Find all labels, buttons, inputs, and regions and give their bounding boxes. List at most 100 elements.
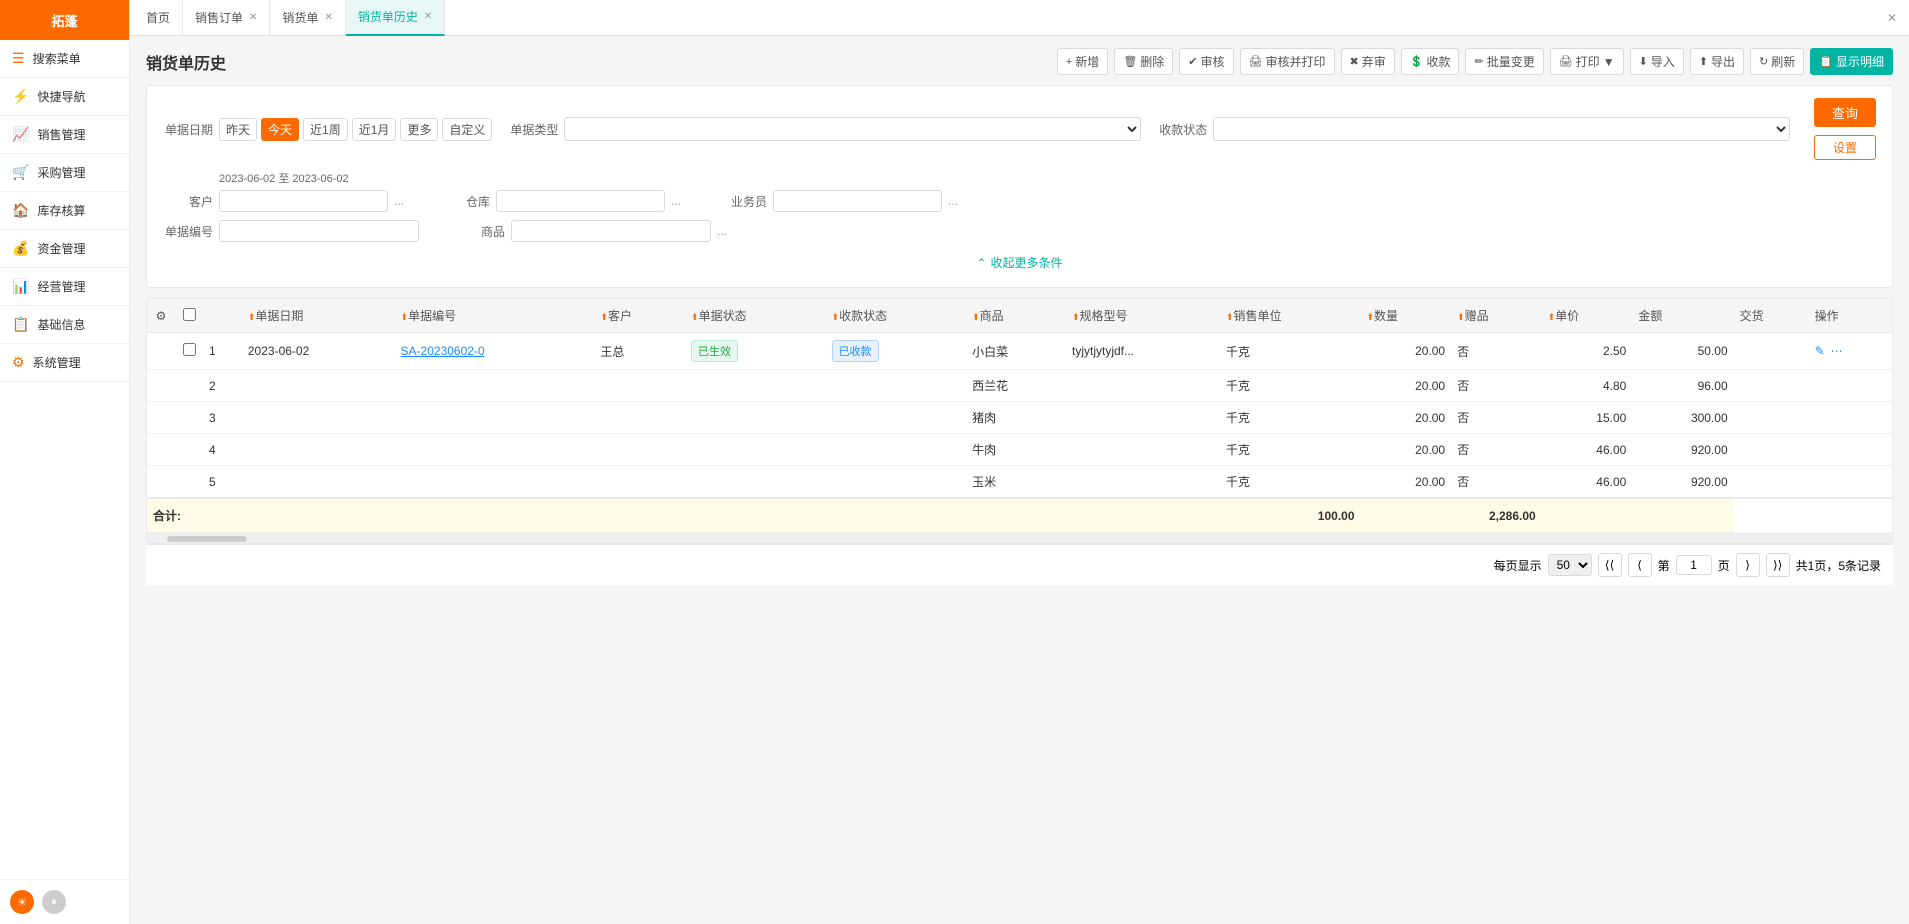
shortcut-week[interactable]: 近1周: [303, 118, 348, 141]
operations-icon: 📊: [12, 278, 29, 295]
th-settings[interactable]: ⚙: [147, 299, 175, 333]
th-unit[interactable]: ⬆销售单位: [1220, 299, 1361, 333]
sidebar-item-base-info[interactable]: 📋 基础信息: [0, 306, 129, 344]
th-gift[interactable]: ⬆赠品: [1451, 299, 1542, 333]
shortcut-today[interactable]: 今天: [261, 118, 299, 141]
warehouse-input[interactable]: [496, 190, 665, 212]
td-checkbox[interactable]: [175, 434, 203, 466]
td-row-no: 3: [203, 402, 242, 434]
shortcut-more[interactable]: 更多: [400, 118, 438, 141]
sidebar-item-purchase-mgmt[interactable]: 🛒 采购管理: [0, 154, 129, 192]
staff-input[interactable]: [773, 190, 942, 212]
print-button[interactable]: 🖨 打印 ▼: [1550, 48, 1624, 75]
td-qty: 20.00: [1361, 402, 1452, 434]
tab-close-icon[interactable]: ✕: [424, 11, 432, 22]
shortcut-custom[interactable]: 自定义: [442, 118, 492, 141]
import-button[interactable]: ⬇ 导入: [1630, 48, 1684, 75]
collapse-filters-button[interactable]: ⌃ 收起更多条件: [163, 250, 1876, 275]
td-checkbox[interactable]: [175, 333, 203, 370]
td-doc-status: [685, 466, 826, 499]
td-unit: 千克: [1220, 370, 1361, 402]
query-button[interactable]: 查询: [1814, 98, 1876, 127]
th-date[interactable]: ⬆单据日期: [242, 299, 395, 333]
refresh-button[interactable]: ↻ 刷新: [1750, 48, 1804, 75]
doc-no-link[interactable]: SA-20230602-0: [401, 344, 485, 358]
th-goods[interactable]: ⬆商品: [966, 299, 1066, 333]
td-gift: 否: [1451, 466, 1542, 499]
th-doc-status[interactable]: ⬆单据状态: [685, 299, 826, 333]
table-row: 1 2023-06-02 SA-20230602-0 王总 已生效 已收款 小白…: [147, 333, 1892, 370]
sidebar-item-search-menu[interactable]: ☰ 搜索菜单: [0, 40, 129, 78]
next-page-button[interactable]: ⟩: [1736, 553, 1760, 577]
staff-picker-icon[interactable]: ...: [948, 194, 958, 208]
abandon-button[interactable]: ✖ 弃审: [1341, 48, 1395, 75]
show-detail-button[interactable]: 📋 显示明细: [1810, 48, 1893, 75]
batch-change-button[interactable]: ✏ 批量变更: [1465, 48, 1543, 75]
first-page-button[interactable]: ⟨⟨: [1598, 553, 1622, 577]
page-unit: 页: [1718, 557, 1730, 574]
last-page-button[interactable]: ⟩⟩: [1766, 553, 1790, 577]
sidebar-bottom-btn2[interactable]: ⏸: [42, 890, 66, 914]
settings-button[interactable]: 设置: [1814, 135, 1876, 160]
th-collect-status[interactable]: ⬆收款状态: [826, 299, 967, 333]
td-checkbox[interactable]: [175, 370, 203, 402]
tab-close-icon[interactable]: ✕: [324, 12, 332, 23]
td-checkbox[interactable]: [175, 402, 203, 434]
prev-page-button[interactable]: ⟨: [1628, 553, 1652, 577]
warehouse-picker-icon[interactable]: ...: [671, 194, 681, 208]
doc-type-select[interactable]: [564, 117, 1141, 141]
per-page-select[interactable]: 50: [1548, 554, 1592, 576]
collect-status-select[interactable]: [1213, 117, 1790, 141]
goods-picker-icon[interactable]: ...: [717, 224, 727, 238]
abandon-icon: ✖: [1350, 55, 1359, 68]
tab-sales-delivery[interactable]: 销货单 ✕: [270, 0, 345, 36]
audit-print-button[interactable]: 🖨 审核并打印: [1240, 48, 1335, 75]
sort-icon: ⬆: [691, 312, 699, 322]
th-spec[interactable]: ⬆规格型号: [1066, 299, 1220, 333]
tab-home[interactable]: 首页: [134, 0, 183, 36]
tab-sales-history[interactable]: 销货单历史 ✕: [346, 0, 445, 36]
collect-button[interactable]: 💲 收款: [1401, 48, 1460, 75]
th-qty[interactable]: ⬆数量: [1361, 299, 1452, 333]
horizontal-scrollbar[interactable]: [147, 533, 1892, 543]
sidebar-item-inventory[interactable]: 🏠 库存核算: [0, 192, 129, 230]
more-icon[interactable]: ⋯: [1831, 344, 1843, 358]
doc-status-badge: 已生效: [691, 340, 738, 362]
goods-input[interactable]: [511, 220, 711, 242]
sidebar-item-quick-nav[interactable]: ⚡ 快捷导航: [0, 78, 129, 116]
delete-button[interactable]: 🗑 删除: [1114, 48, 1173, 75]
page-number-input[interactable]: [1676, 555, 1712, 575]
customer-input[interactable]: [219, 190, 388, 212]
shortcut-yesterday[interactable]: 昨天: [219, 118, 257, 141]
th-price[interactable]: ⬆单价: [1542, 299, 1633, 333]
close-all-tabs-button[interactable]: ✕: [1879, 11, 1905, 25]
td-checkbox[interactable]: [175, 466, 203, 499]
tab-close-icon[interactable]: ✕: [249, 12, 257, 23]
th-delivery: 交货: [1734, 299, 1809, 333]
export-button[interactable]: ⬆ 导出: [1690, 48, 1744, 75]
table-body: 1 2023-06-02 SA-20230602-0 王总 已生效 已收款 小白…: [147, 333, 1892, 499]
sidebar-item-operations[interactable]: 📊 经营管理: [0, 268, 129, 306]
th-doc-no[interactable]: ⬆单据编号: [395, 299, 595, 333]
tab-sales-order[interactable]: 销售订单 ✕: [183, 0, 270, 36]
docno-input[interactable]: [219, 220, 419, 242]
edit-icon[interactable]: ✎: [1815, 344, 1825, 358]
sidebar-bottom-btn1[interactable]: ☀: [10, 890, 34, 914]
th-customer[interactable]: ⬆客户: [594, 299, 685, 333]
td-customer: [594, 466, 685, 499]
th-checkbox[interactable]: [175, 299, 203, 333]
table-row: 5 玉米 千克 20.00 否 46.00 920.00: [147, 466, 1892, 499]
scrollbar-thumb[interactable]: [167, 536, 247, 542]
sidebar-item-finance[interactable]: 💰 资金管理: [0, 230, 129, 268]
data-table-container: ⚙ ⬆单据日期 ⬆单据编号 ⬆客户 ⬆单据状态 ⬆收款状态 ⬆商品 ⬆规格型号 …: [146, 298, 1893, 544]
shortcut-month[interactable]: 近1月: [352, 118, 397, 141]
sidebar-item-sys-mgmt[interactable]: ⚙ 系统管理: [0, 344, 129, 382]
audit-button[interactable]: ✔ 审核: [1179, 48, 1233, 75]
sidebar-item-sales-mgmt[interactable]: 📈 销售管理: [0, 116, 129, 154]
row-checkbox[interactable]: [183, 343, 196, 356]
new-button[interactable]: + 新增: [1057, 48, 1108, 75]
collapse-label: 收起更多条件: [991, 254, 1063, 271]
customer-picker-icon[interactable]: ...: [394, 194, 404, 208]
staff-filter-item: 业务员 ...: [717, 190, 958, 212]
select-all-checkbox[interactable]: [183, 308, 196, 321]
